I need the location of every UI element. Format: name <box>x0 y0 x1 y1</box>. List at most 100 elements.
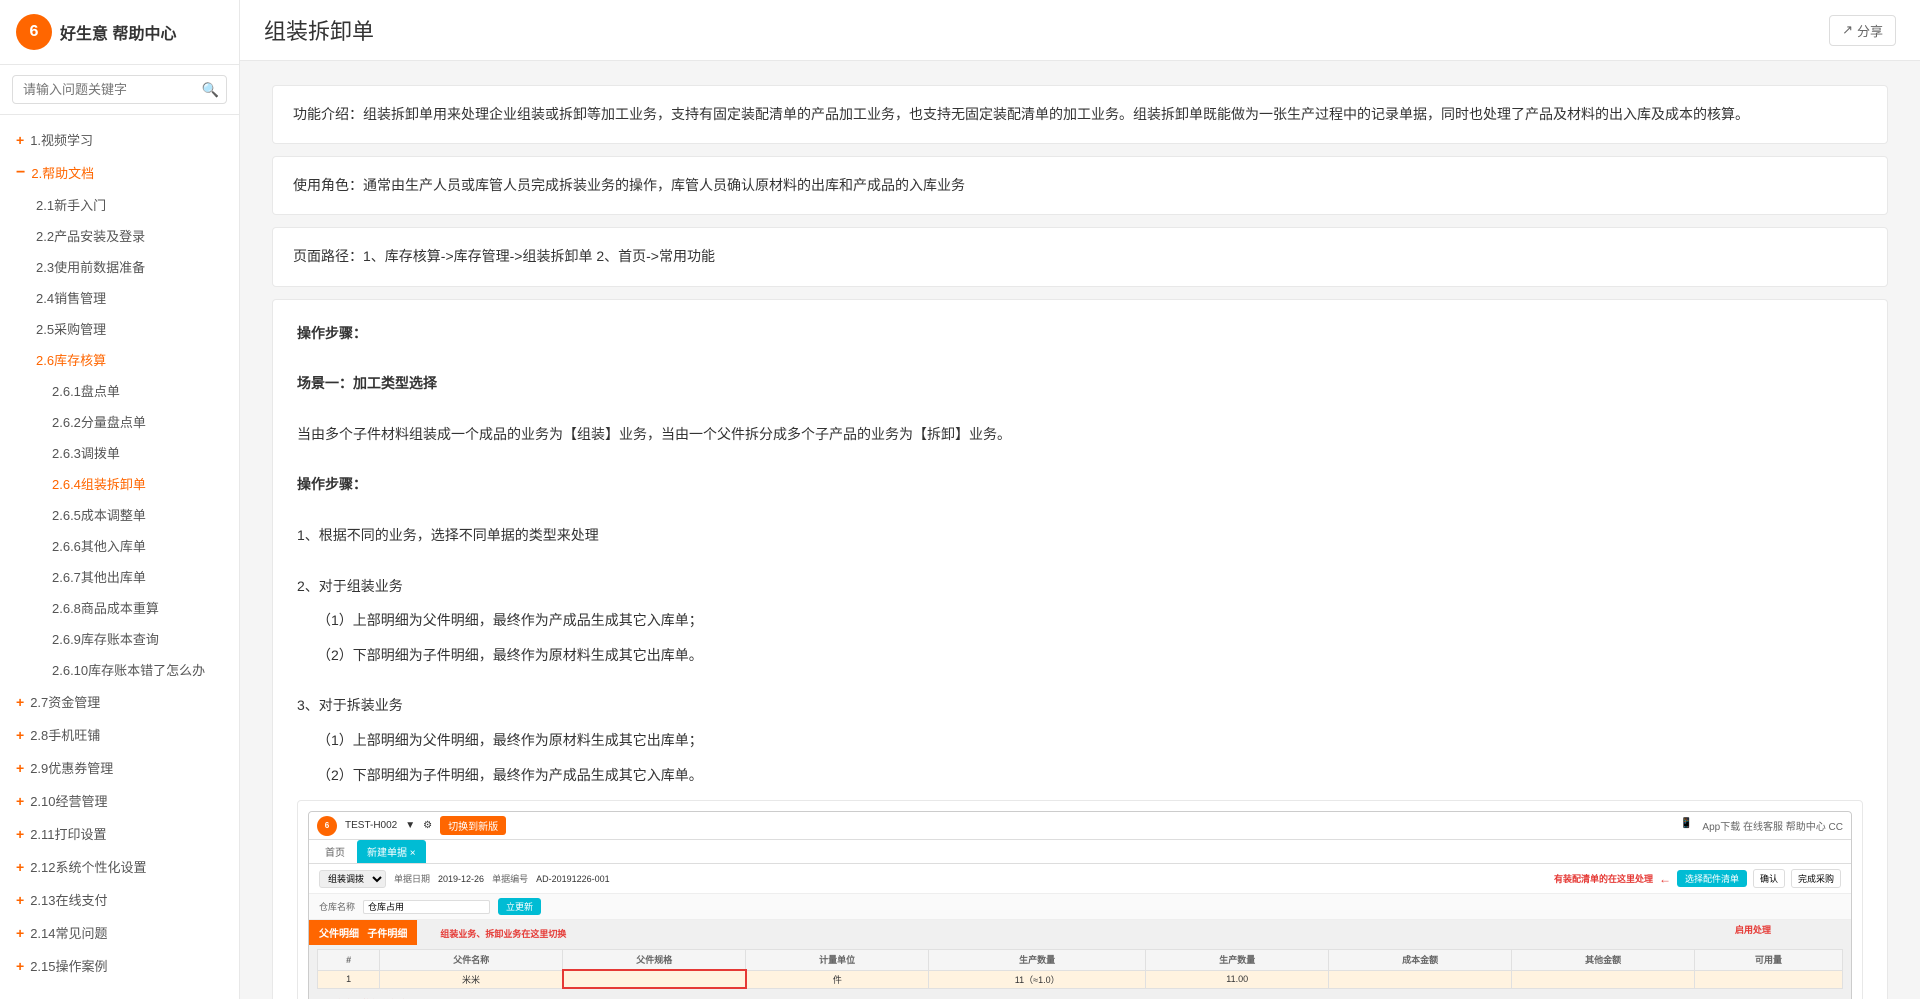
ms-confirm-btn[interactable]: 确认 <box>1753 869 1785 888</box>
ms-form-row: 仓库名称 立更新 <box>309 894 1851 920</box>
sidebar-item-2-3[interactable]: 2.3使用前数据准备 <box>0 251 239 282</box>
sidebar-item-2-6-9[interactable]: 2.6.9库存账本查询 <box>0 623 239 654</box>
expand-icon-2: − <box>16 164 25 182</box>
sidebar-item-2-12[interactable]: + 2.12系统个性化设置 <box>0 850 239 883</box>
ms-tabs2-area: 父件明细 子件明细 组装业务、拆卸业务在这里切换 启用处理 <box>309 920 1851 945</box>
role-text: 使用角色：通常由生产人员或库管人员完成拆装业务的操作，库管人员确认原材料的出库和… <box>293 177 965 193</box>
ms-col-avail: 可用量 <box>1695 950 1843 971</box>
ms-col-unit: 计量单位 <box>746 950 929 971</box>
sidebar-item-2-4[interactable]: 2.4销售管理 <box>0 282 239 313</box>
expand-icon-2-9: + <box>16 760 24 776</box>
ms-update-btn[interactable]: 立更新 <box>498 898 541 915</box>
sidebar-item-2-5[interactable]: 2.5采购管理 <box>0 313 239 344</box>
sidebar-item-2-8[interactable]: + 2.8手机旺铺 <box>0 718 239 751</box>
step3-2: （2）下部明细为子件明细，最终作为产成品生成其它入库单。 <box>317 762 1863 789</box>
sidebar-item-2-6[interactable]: 2.6库存核算 <box>0 344 239 375</box>
sidebar-item-2-13[interactable]: + 2.13在线支付 <box>0 883 239 916</box>
sidebar-item-2-6-2[interactable]: 2.6.2分量盘点单 <box>0 406 239 437</box>
ms-cell-spec <box>563 970 746 988</box>
sidebar-item-2-7[interactable]: + 2.7资金管理 <box>0 685 239 718</box>
sidebar: 6 好生意 帮助中心 🔍 + 1.视频学习 − 2.帮助文档 2.1新手入门 2… <box>0 0 240 999</box>
sidebar-item-2-8-label: 2.8手机旺铺 <box>30 725 100 744</box>
sidebar-item-2-11-label: 2.11打印设置 <box>30 824 106 843</box>
ms-top-table-row: 1 米米 件 11（≈1.0） 11.00 <box>318 970 1843 988</box>
expand-icon-2-11: + <box>16 826 24 842</box>
main-area: 组装拆卸单 ↗ 分享 功能介绍：组装拆卸单用来处理企业组装或拆卸等加工业务，支持… <box>240 0 1920 999</box>
sidebar-item-2-14[interactable]: + 2.14常见问题 <box>0 916 239 949</box>
steps-title: 操作步骤： <box>297 471 1863 498</box>
sidebar-item-2[interactable]: − 2.帮助文档 <box>0 156 239 189</box>
sidebar-item-2-11[interactable]: + 2.11打印设置 <box>0 817 239 850</box>
intro-text: 功能介绍：组装拆卸单用来处理企业组装或拆卸等加工业务，支持有固定装配清单的产品加… <box>293 106 1749 122</box>
share-label: 分享 <box>1857 21 1883 40</box>
ms-cell-num: 1 <box>318 970 380 988</box>
ms-col-parent-name: 父件名称 <box>380 950 563 971</box>
ms-settings-icon: ⚙ <box>423 820 432 831</box>
sidebar-item-2-6-3[interactable]: 2.6.3调拨单 <box>0 437 239 468</box>
ms-switch-btn[interactable]: 切换到新版 <box>440 816 506 835</box>
ms-top-table-wrap: # 父件名称 父件规格 计量单位 生产数量 生产数量 成本金额 其他金额 可用量 <box>309 945 1851 993</box>
ms-toolbar: 组装调拨 单据日期 2019-12-26 单据编号 AD-20191226-00… <box>309 864 1851 894</box>
sidebar-item-2-6-1[interactable]: 2.6.1盘点单 <box>0 375 239 406</box>
sidebar-item-2-6-7[interactable]: 2.6.7其他出库单 <box>0 561 239 592</box>
sidebar-item-2-6-8[interactable]: 2.6.8商品成本重算 <box>0 592 239 623</box>
ms-tab-home[interactable]: 首页 <box>317 840 353 863</box>
sidebar-item-2-label: 2.帮助文档 <box>31 163 94 182</box>
sidebar-item-2-15[interactable]: + 2.15操作案例 <box>0 949 239 982</box>
sidebar-item-2-9[interactable]: + 2.9优惠券管理 <box>0 751 239 784</box>
share-button[interactable]: ↗ 分享 <box>1829 15 1896 46</box>
expand-icon-2-14: + <box>16 925 24 941</box>
sidebar-item-2-7-label: 2.7资金管理 <box>30 692 100 711</box>
step2: 2、对于组装业务 <box>297 573 1863 600</box>
sidebar-item-2-6-10[interactable]: 2.6.10库存账本错了怎么办 <box>0 654 239 685</box>
ms-cell-other <box>1512 970 1695 988</box>
sidebar-item-1[interactable]: + 1.视频学习 <box>0 123 239 156</box>
ms-warehouse-label: 仓库名称 <box>319 900 355 913</box>
logo-icon: 6 <box>16 14 52 50</box>
expand-icon-2-10: + <box>16 793 24 809</box>
sidebar-item-2-6-label: 2.6库存核算 <box>36 353 106 368</box>
sidebar-item-2-14-label: 2.14常见问题 <box>30 923 107 942</box>
operations-title: 操作步骤： <box>297 320 1863 347</box>
ms-col-hash: # <box>318 950 380 971</box>
sidebar-item-2-1[interactable]: 2.1新手入门 <box>0 189 239 220</box>
ms-cell-cost <box>1329 970 1512 988</box>
ms-tab-new-order[interactable]: 新建单据 × <box>357 840 426 863</box>
sidebar-item-2-6-4[interactable]: 2.6.4组装拆卸单 <box>0 468 239 499</box>
share-icon: ↗ <box>1842 22 1853 38</box>
ms-num-value: AD-20191226-001 <box>536 874 610 884</box>
ms-topbar: 6 TEST-H002 ▼ ⚙ 切换到新版 📱 App下载 在线客服 帮助中心 … <box>309 812 1851 840</box>
ms-cell-prod2: 11.00 <box>1146 970 1329 988</box>
sidebar-item-2-12-label: 2.12系统个性化设置 <box>30 857 146 876</box>
step2-2: （2）下部明细为子件明细，最终作为原材料生成其它出库单。 <box>317 642 1863 669</box>
ms-company-id: TEST-H002 <box>345 820 397 831</box>
ms-col-other: 其他金额 <box>1512 950 1695 971</box>
page-title: 组装拆卸单 <box>264 14 374 46</box>
search-input[interactable] <box>12 75 227 104</box>
ms-app-icon: 📱 <box>1680 818 1692 833</box>
ms-toolbar-right: 有装配清单的在这里处理 ← 选择配件清单 确认 完成采购 <box>618 869 1841 888</box>
ms-tabs-row: 首页 新建单据 × <box>309 840 1851 864</box>
ms-warehouse-input[interactable] <box>363 900 490 914</box>
ms-dropdown-icon: ▼ <box>405 820 415 831</box>
path-box: 页面路径：1、库存核算->库存管理->组装拆卸单 2、首页->常用功能 <box>272 227 1888 286</box>
sidebar-item-2-2[interactable]: 2.2产品安装及登录 <box>0 220 239 251</box>
step2-1: （1）上部明细为父件明细，最终作为产成品生成其它入库单； <box>317 607 1863 634</box>
ms-finish-btn[interactable]: 完成采购 <box>1791 869 1841 888</box>
sidebar-item-2-6-6[interactable]: 2.6.6其他入库单 <box>0 530 239 561</box>
ms-annotation-tabs: 组装业务、拆卸业务在这里切换 <box>440 929 566 939</box>
mock-screenshot: 6 TEST-H002 ▼ ⚙ 切换到新版 📱 App下载 在线客服 帮助中心 … <box>308 811 1852 999</box>
ms-annotation1: 有装配清单的在这里处理 <box>1554 872 1653 885</box>
ms-cell-unit: 件 <box>746 970 929 988</box>
ms-select-config-btn[interactable]: 选择配件清单 <box>1677 870 1747 887</box>
ms-icons-text: App下载 在线客服 帮助中心 CC <box>1702 818 1843 833</box>
main-content: 功能介绍：组装拆卸单用来处理企业组装或拆卸等加工业务，支持有固定装配清单的产品加… <box>240 61 1920 999</box>
role-box: 使用角色：通常由生产人员或库管人员完成拆装业务的操作，库管人员确认原材料的出库和… <box>272 156 1888 215</box>
sidebar-item-2-6-5[interactable]: 2.6.5成本调整单 <box>0 499 239 530</box>
ms-bottom-table-wrap: 不固定连平的组装在这里录入 # 子件名称 规格型号 计量单位 计划数量 实际数量 <box>309 993 1851 999</box>
ms-type-select[interactable]: 组装调拨 <box>319 870 386 888</box>
search-area: 🔍 <box>0 65 239 115</box>
expand-icon-1: + <box>16 132 24 148</box>
sidebar-item-1-label: 1.视频学习 <box>30 130 93 149</box>
sidebar-item-2-10[interactable]: + 2.10经营管理 <box>0 784 239 817</box>
